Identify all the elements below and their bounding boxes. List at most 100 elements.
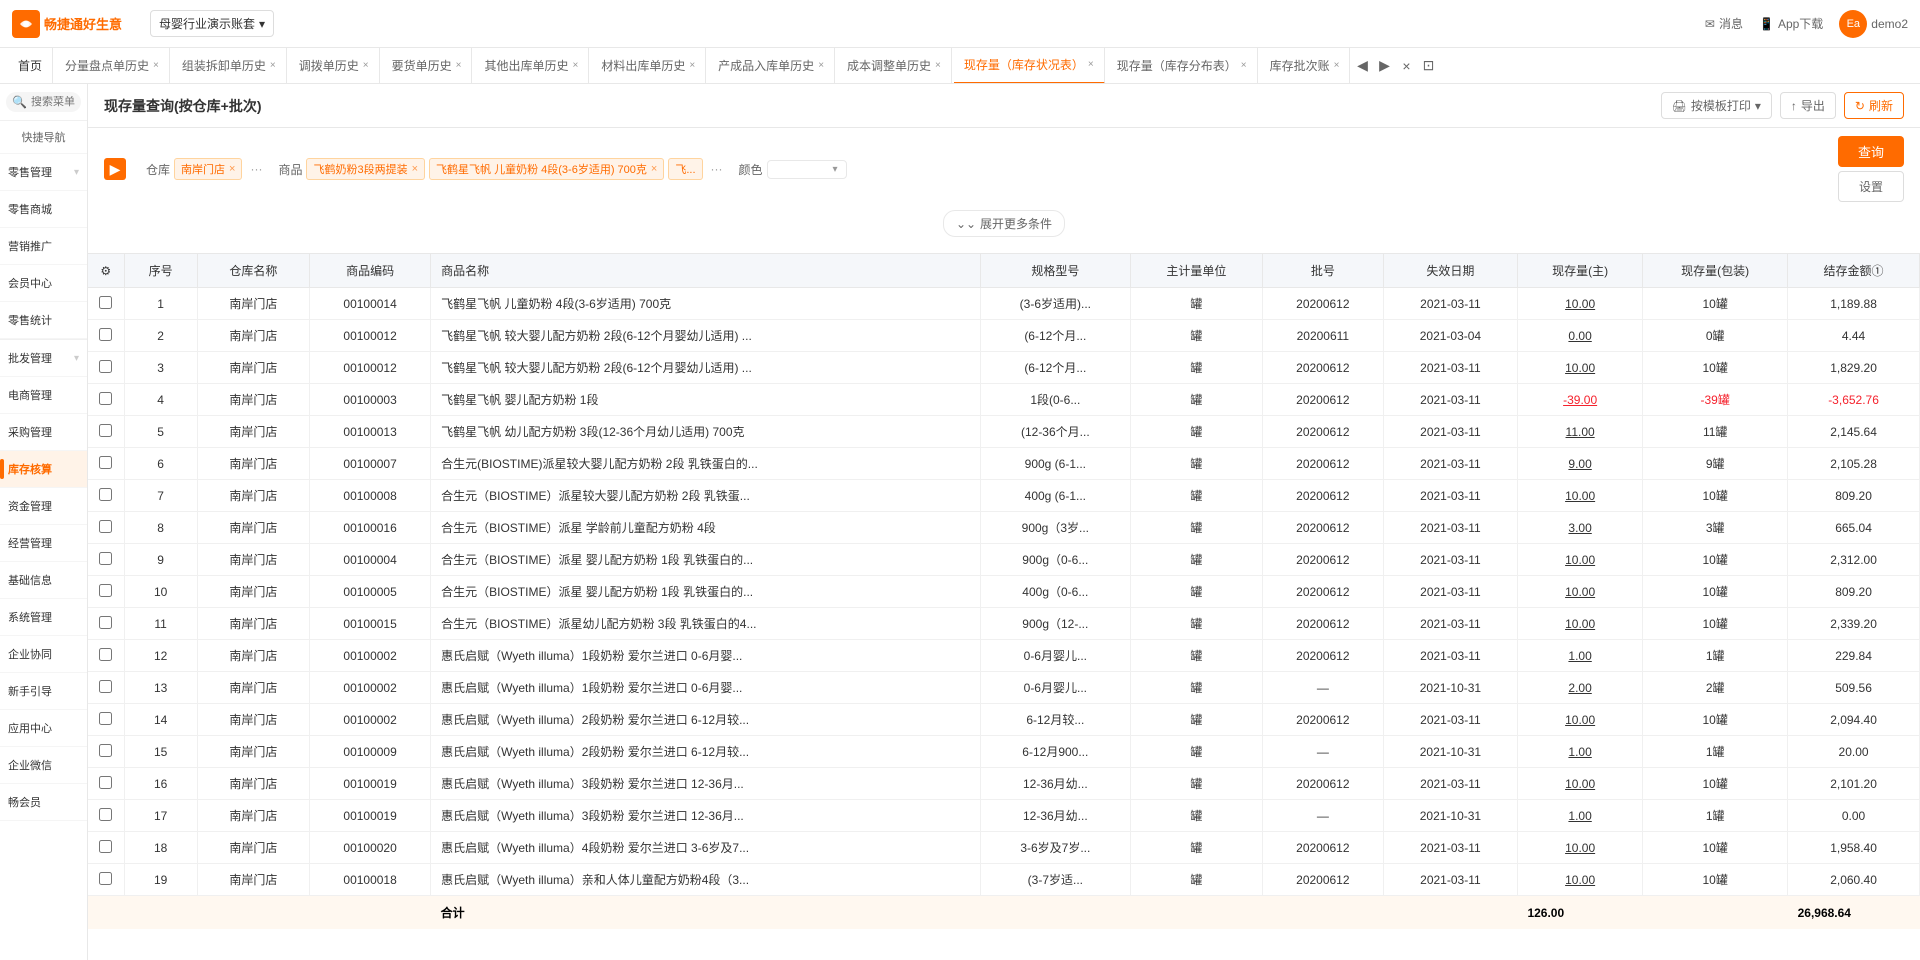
row-stock-main[interactable]: 10.00 (1517, 864, 1642, 896)
tab-product-in[interactable]: 产成品入库单历史 × (708, 48, 835, 84)
row-checkbox[interactable] (88, 512, 124, 544)
sidebar-item-finance[interactable]: 资金管理 (0, 488, 87, 525)
filter-expand-arrow[interactable]: ▶ (104, 158, 126, 180)
row-stock-main[interactable]: 10.00 (1517, 480, 1642, 512)
row-stock-main[interactable]: 10.00 (1517, 288, 1642, 320)
row-checkbox[interactable] (88, 576, 124, 608)
sidebar-item-basic[interactable]: 基础信息 (0, 562, 87, 599)
row-checkbox[interactable] (88, 736, 124, 768)
row-stock-main[interactable]: 10.00 (1517, 832, 1642, 864)
sidebar-item-marketing[interactable]: 营销推广 (0, 228, 87, 265)
sidebar-item-member[interactable]: 会员中心 (0, 265, 87, 302)
tab-disassembly[interactable]: 组装拆卸单历史 × (172, 48, 287, 84)
tab-partial-inventory[interactable]: 分量盘点单历史 × (55, 48, 170, 84)
tab-mix[interactable]: 调拨单历史 × (289, 48, 380, 84)
tab-close-all-btn[interactable]: × (1396, 56, 1416, 76)
row-checkbox[interactable] (88, 640, 124, 672)
row-checkbox[interactable] (88, 416, 124, 448)
sidebar-item-wholesale[interactable]: 批发管理 ▾ (0, 340, 87, 377)
row-stock-main[interactable]: 10.00 (1517, 544, 1642, 576)
row-stock-main[interactable]: 1.00 (1517, 800, 1642, 832)
row-stock-main[interactable]: 10.00 (1517, 768, 1642, 800)
tab-stock-dist[interactable]: 现存量（库存分布表） × (1107, 48, 1258, 84)
sidebar-item-inventory[interactable]: 库存核算 (0, 451, 87, 488)
row-checkbox[interactable] (88, 448, 124, 480)
sidebar-item-ecommerce[interactable]: 电商管理 (0, 377, 87, 414)
row-stock-main[interactable]: 1.00 (1517, 640, 1642, 672)
goods-tag-2-close[interactable]: × (651, 163, 657, 175)
row-stock-main[interactable]: 1.00 (1517, 736, 1642, 768)
row-checkbox[interactable] (88, 864, 124, 896)
sidebar-item-enterprise-wechat[interactable]: 企业微信 (0, 747, 87, 784)
row-checkbox[interactable] (88, 288, 124, 320)
row-checkbox[interactable] (88, 800, 124, 832)
sidebar-search-input[interactable] (31, 96, 75, 108)
row-stock-main[interactable]: 10.00 (1517, 576, 1642, 608)
goods-tag-1[interactable]: 飞鹤奶粉3段两提装 × (306, 158, 425, 180)
row-stock-main[interactable]: 9.00 (1517, 448, 1642, 480)
tab-requisition[interactable]: 要货单历史 × (382, 48, 473, 84)
tab-cost-adjust[interactable]: 成本调整单历史 × (837, 48, 952, 84)
query-button[interactable]: 查询 (1838, 136, 1904, 167)
row-checkbox[interactable] (88, 608, 124, 640)
tab-next-btn[interactable]: ▶ (1374, 56, 1394, 76)
sidebar-item-purchase[interactable]: 采购管理 (0, 414, 87, 451)
row-stock-main[interactable]: 10.00 (1517, 704, 1642, 736)
sidebar-quick-nav[interactable]: 快捷导航 (0, 121, 87, 154)
sidebar-item-retail-stats[interactable]: 零售统计 (0, 302, 87, 339)
sidebar-item-enterprise[interactable]: 企业协同 (0, 636, 87, 673)
tab-close-icon[interactable]: × (689, 60, 695, 71)
tab-close-icon[interactable]: × (153, 60, 159, 71)
goods-tag-2[interactable]: 飞鹤星飞帆 儿童奶粉 4段(3-6岁适用) 700克 × (429, 158, 664, 180)
user-area[interactable]: Ea demo2 (1839, 10, 1908, 38)
tab-close-icon[interactable]: × (1088, 59, 1094, 70)
sidebar-item-app-center[interactable]: 应用中心 (0, 710, 87, 747)
tab-home[interactable]: 首页 (8, 48, 53, 84)
row-stock-main[interactable]: 3.00 (1517, 512, 1642, 544)
row-stock-main[interactable]: 2.00 (1517, 672, 1642, 704)
goods-more-btn[interactable]: ··· (707, 160, 727, 178)
tab-batch-ledger[interactable]: 库存批次账 × (1260, 48, 1351, 84)
row-stock-main[interactable]: 10.00 (1517, 352, 1642, 384)
tab-restore-btn[interactable]: ⊡ (1418, 56, 1438, 76)
sidebar-item-member-card[interactable]: 畅会员 (0, 784, 87, 821)
goods-tag-1-close[interactable]: × (412, 163, 418, 175)
tab-close-icon[interactable]: × (270, 60, 276, 71)
tab-close-icon[interactable]: × (818, 60, 824, 71)
tab-close-icon[interactable]: × (1334, 60, 1340, 71)
row-checkbox[interactable] (88, 672, 124, 704)
row-checkbox[interactable] (88, 832, 124, 864)
expand-more-btn[interactable]: ⌄⌄ 展开更多条件 (943, 210, 1065, 237)
template-print-btn[interactable]: 🖨 按模板打印 ▾ (1661, 92, 1772, 119)
message-btn[interactable]: ✉ 消息 (1705, 15, 1743, 32)
sidebar-item-operation[interactable]: 经营管理 (0, 525, 87, 562)
tab-prev-btn[interactable]: ◀ (1352, 56, 1372, 76)
row-checkbox[interactable] (88, 384, 124, 416)
color-selector[interactable]: ▾ (767, 160, 847, 179)
settings-icon[interactable]: ⚙ (100, 264, 111, 278)
row-checkbox[interactable] (88, 544, 124, 576)
export-btn[interactable]: ↑ 导出 (1780, 92, 1836, 119)
tab-close-icon[interactable]: × (572, 60, 578, 71)
warehouse-tag[interactable]: 南岸门店 × (174, 158, 242, 180)
sidebar-search-box[interactable]: 🔍 (6, 92, 81, 112)
tab-material-out[interactable]: 材料出库单历史 × (591, 48, 706, 84)
sidebar-item-system[interactable]: 系统管理 (0, 599, 87, 636)
goods-tag-more[interactable]: 飞... (668, 158, 702, 180)
row-checkbox[interactable] (88, 352, 124, 384)
row-checkbox[interactable] (88, 320, 124, 352)
tab-close-icon[interactable]: × (935, 60, 941, 71)
row-checkbox[interactable] (88, 704, 124, 736)
row-checkbox[interactable] (88, 480, 124, 512)
company-selector[interactable]: 母婴行业演示账套 ▾ (150, 10, 274, 37)
row-stock-main[interactable]: -39.00 (1517, 384, 1642, 416)
row-stock-main[interactable]: 0.00 (1517, 320, 1642, 352)
settings-button[interactable]: 设置 (1838, 171, 1904, 202)
row-stock-main[interactable]: 11.00 (1517, 416, 1642, 448)
tab-close-icon[interactable]: × (456, 60, 462, 71)
tab-other-out[interactable]: 其他出库单历史 × (474, 48, 589, 84)
row-checkbox[interactable] (88, 768, 124, 800)
app-download-btn[interactable]: 📱 App下载 (1759, 15, 1823, 32)
sidebar-item-retail-shop[interactable]: 零售商城 (0, 191, 87, 228)
warehouse-more-btn[interactable]: ··· (246, 160, 266, 178)
